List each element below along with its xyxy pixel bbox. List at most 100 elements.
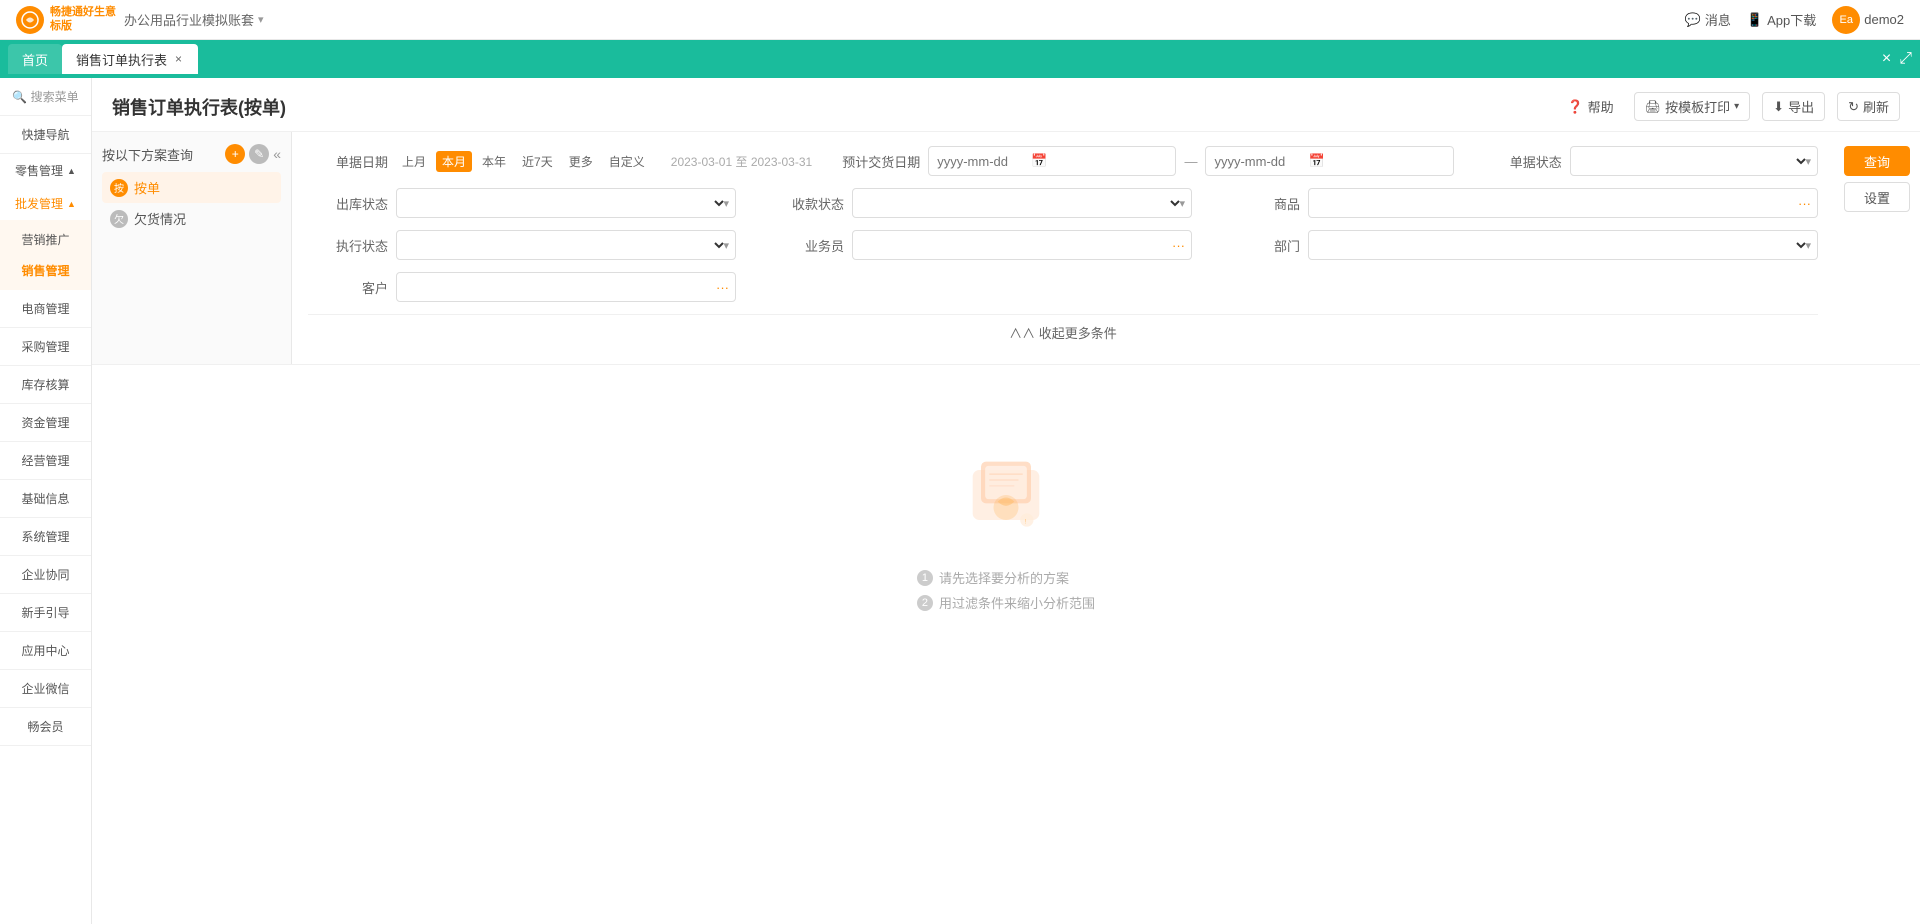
download-icon: 📱 [1747,12,1763,28]
status-field[interactable]: ▾ [1570,146,1818,176]
status-label: 单据状态 [1482,152,1562,171]
print-dropdown-icon: ▾ [1734,101,1739,112]
status-select[interactable] [1579,147,1809,175]
app-download-button[interactable]: 📱 App下载 [1747,10,1816,29]
product-label: 商品 [1220,194,1300,213]
sidebar-item-basic[interactable]: 基础信息 [0,480,91,518]
date-tab-7days[interactable]: 近7天 [516,151,559,172]
customer-label: 客户 [308,278,388,297]
customer-more-button[interactable]: ··· [716,280,729,295]
message-button[interactable]: 💬 消息 [1685,10,1731,29]
scheme-icon-order: 按 [110,179,128,197]
product-more-button[interactable]: ··· [1798,196,1811,211]
refresh-icon: ↻ [1848,99,1859,115]
sidebar-search[interactable]: 🔍 搜索菜单 [0,78,91,116]
sidebar-marketing-label: 营销推广 [21,233,69,247]
user-avatar: Ea [1832,6,1860,34]
department-field[interactable]: ▾ [1308,230,1818,260]
collapse-scheme-button[interactable]: « [273,146,281,162]
query-button[interactable]: 查询 [1844,146,1910,176]
sidebar-retail-label: 零售管理 [15,162,63,179]
sidebar-item-enterprise[interactable]: 企业协同 [0,556,91,594]
date-tab-more[interactable]: 更多 [563,151,599,172]
window-maximize-button[interactable]: ⤢ [1899,50,1912,68]
date-tab-this-year[interactable]: 本年 [476,151,512,172]
sidebar-item-finance[interactable]: 资金管理 [0,404,91,442]
breadcrumb[interactable]: 办公用品行业模拟账套 ▾ [124,10,264,29]
add-scheme-button[interactable]: + [225,144,245,164]
sidebar-item-operations[interactable]: 经营管理 [0,442,91,480]
collection-status-select[interactable] [861,189,1183,217]
tab-home[interactable]: 首页 [8,44,62,74]
tab-bar: 首页 销售订单执行表 × × ⤢ [0,40,1920,78]
svg-text:!: ! [1024,518,1026,525]
sidebar-item-newbie[interactable]: 新手引导 [0,594,91,632]
date-tab-custom[interactable]: 自定义 [603,151,651,172]
product-field[interactable]: ··· [1308,188,1818,218]
salesperson-field[interactable]: ··· [852,230,1192,260]
user-area[interactable]: Ea demo2 [1832,6,1904,34]
sidebar-sub-marketing[interactable]: 营销推广 [0,224,91,255]
date-separator: — [1184,154,1197,169]
warehouse-status-field[interactable]: ▾ [396,188,736,218]
sidebar-item-ecommerce[interactable]: 电商管理 [0,290,91,328]
date-tab-last-month[interactable]: 上月 [396,151,432,172]
sidebar-wechat-label: 企业微信 [21,682,69,696]
department-select[interactable] [1317,231,1809,259]
execution-status-field[interactable]: ▾ [396,230,736,260]
sidebar-finance-label: 资金管理 [21,416,69,430]
sidebar-item-purchase[interactable]: 采购管理 [0,328,91,366]
warehouse-status-label: 出库状态 [308,194,388,213]
message-icon: 💬 [1685,12,1701,28]
scheme-item-shortage[interactable]: 欠 欠货情况 [102,203,281,234]
delivery-end-input[interactable] [1214,154,1304,169]
collapse-filter-button[interactable]: ∧∧ 收起更多条件 [308,314,1818,350]
sidebar-enterprise-label: 企业协同 [21,568,69,582]
delivery-start-input[interactable] [937,154,1027,169]
salesperson-label: 业务员 [764,236,844,255]
help-button[interactable]: ❓ 帮助 [1559,93,1621,120]
sidebar-item-member[interactable]: 畅会员 [0,708,91,746]
sidebar-sub-sales[interactable]: 销售管理 [0,255,91,286]
filter-fields: 单据日期 上月 本月 本年 近7天 更多 自定义 2023-03-01 至 20… [292,132,1834,364]
date-tab-this-month[interactable]: 本月 [436,151,472,172]
sidebar-quick-nav-label: 快捷导航 [21,128,69,142]
filter-scheme-panel: 按以下方案查询 + ✎ « 按 按单 欠 欠货情况 [92,132,292,364]
logo-icon [16,6,44,34]
logo-area: 畅捷通好生意 标版 [16,6,116,34]
predicted-delivery-start[interactable]: 📅 [928,146,1176,176]
sidebar-item-wholesale[interactable]: 批发管理 [0,187,91,220]
filter-scheme-actions: + ✎ « [225,144,281,164]
predicted-delivery-end[interactable]: 📅 [1205,146,1453,176]
scheme-item-by-order[interactable]: 按 按单 [102,172,281,203]
tab-close-button[interactable]: × [173,52,184,66]
customer-field[interactable]: ··· [396,272,736,302]
edit-scheme-button[interactable]: ✎ [249,144,269,164]
salesperson-more-button[interactable]: ··· [1172,238,1185,253]
sidebar-item-inventory[interactable]: 库存核算 [0,366,91,404]
refresh-button[interactable]: ↻ 刷新 [1837,92,1900,121]
empty-tip-1: 请先选择要分析的方案 [917,565,1095,590]
tab-sales-order[interactable]: 销售订单执行表 × [62,44,198,74]
execution-status-label: 执行状态 [308,236,388,255]
window-close-button[interactable]: × [1882,50,1891,68]
predicted-delivery-label: 预计交货日期 [840,152,920,171]
sidebar-item-quick-nav[interactable]: 快捷导航 [0,116,91,154]
settings-button[interactable]: 设置 [1844,182,1910,212]
sidebar-item-appstore[interactable]: 应用中心 [0,632,91,670]
sidebar-item-wechat[interactable]: 企业微信 [0,670,91,708]
collapse-up-icon: ∧∧ [1009,326,1035,341]
print-button[interactable]: 🖨 按模板打印 ▾ [1634,92,1751,121]
export-button[interactable]: ⬇ 导出 [1762,92,1825,121]
empty-state-illustration: ! [956,445,1056,545]
user-name: demo2 [1864,12,1904,27]
tab-sales-order-label: 销售订单执行表 [76,50,167,69]
collection-status-label: 收款状态 [764,194,844,213]
execution-status-select[interactable] [405,231,727,259]
sidebar-inventory-label: 库存核算 [21,378,69,392]
collection-status-field[interactable]: ▾ [852,188,1192,218]
filter-scheme-title-text: 按以下方案查询 [102,145,193,164]
sidebar-item-system[interactable]: 系统管理 [0,518,91,556]
sidebar-item-retail[interactable]: 零售管理 [0,154,91,187]
warehouse-status-select[interactable] [405,189,727,217]
